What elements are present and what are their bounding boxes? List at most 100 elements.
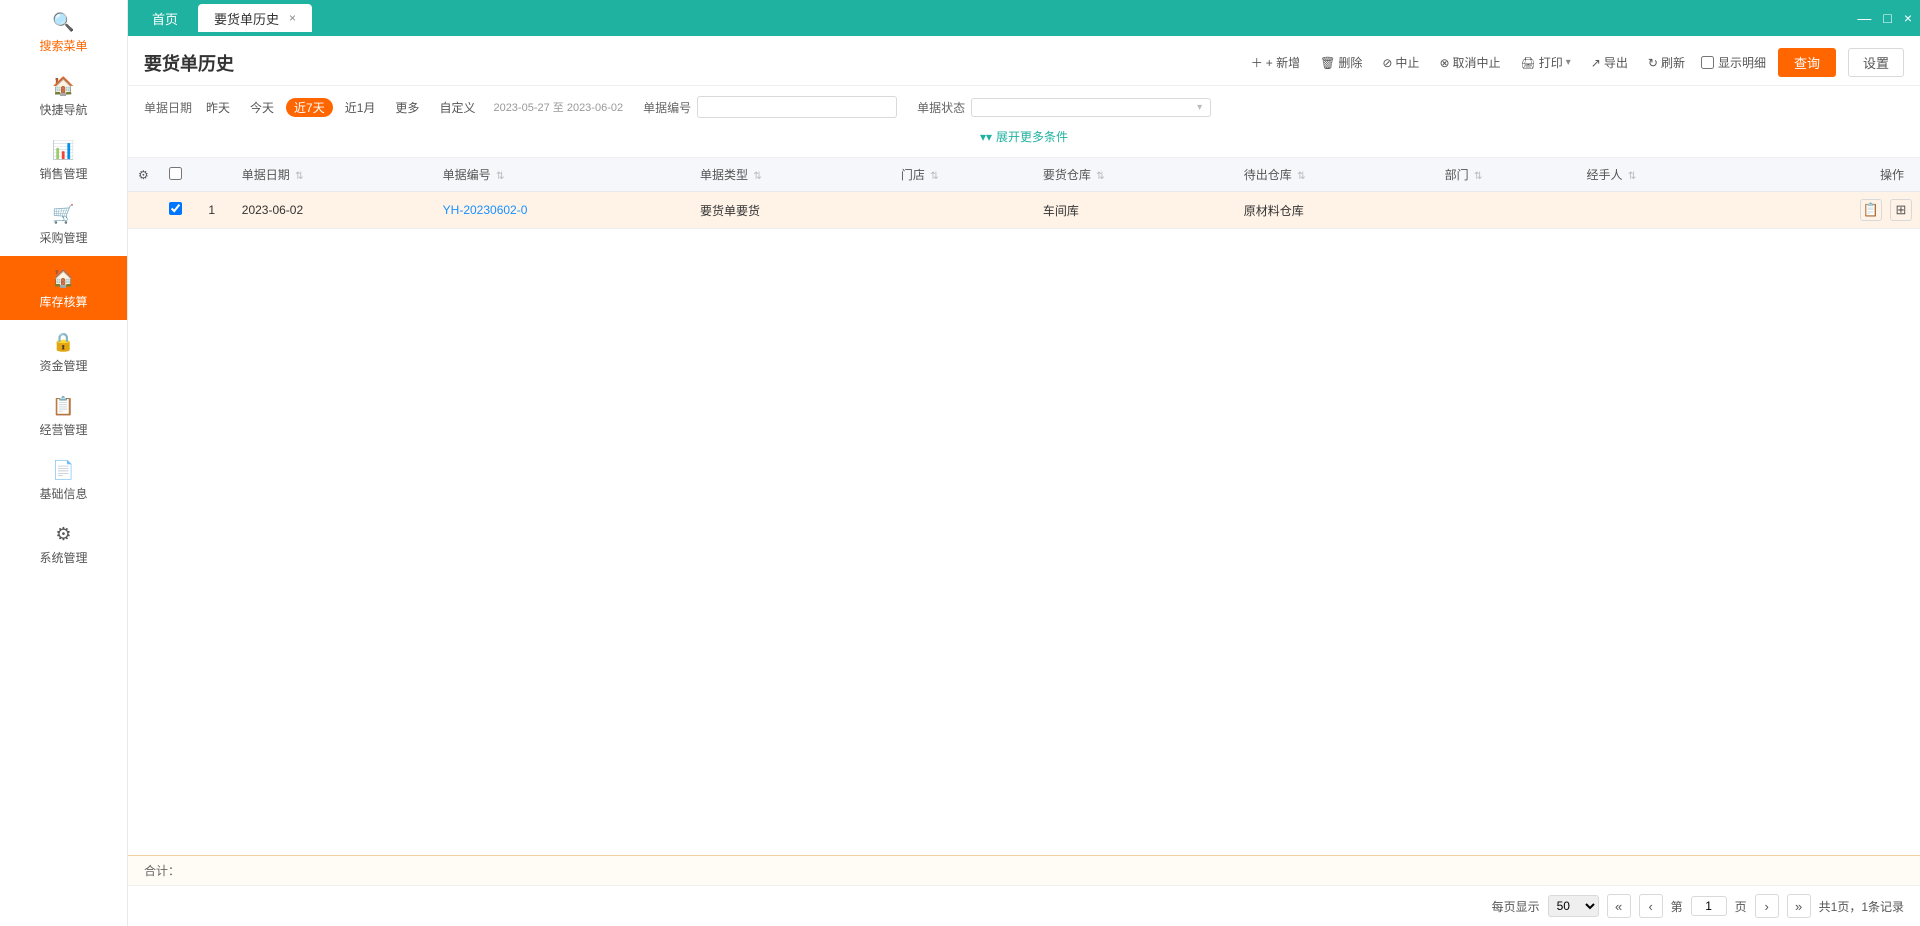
- sort-store-icon[interactable]: ⇅: [930, 171, 938, 182]
- query-button[interactable]: 查询: [1778, 48, 1836, 77]
- date-pills: 昨天 今天 近7天 近1月 更多 自定义: [198, 98, 483, 117]
- cell-dept: [1435, 192, 1577, 229]
- window-close-btn[interactable]: ×: [1904, 10, 1912, 26]
- home-icon: 🏠: [52, 76, 74, 97]
- date-pill-1month[interactable]: 近1月: [337, 98, 384, 117]
- select-all-checkbox[interactable]: [169, 167, 182, 180]
- display-detail-toggle[interactable]: 显示明细: [1701, 54, 1766, 71]
- sort-dept-icon[interactable]: ⇅: [1474, 171, 1482, 182]
- delete-button[interactable]: 🗑 删除: [1316, 52, 1366, 73]
- sort-doc-number-icon[interactable]: ⇅: [496, 171, 504, 182]
- col-checkbox-header: [159, 158, 192, 192]
- inventory-icon: 🏠: [52, 268, 74, 289]
- per-page-label: 每页显示: [1492, 898, 1540, 915]
- col-doc-date-header: 单据日期 ⇅: [232, 158, 433, 192]
- sidebar-item-search-menu[interactable]: 🔍 搜索菜单: [0, 0, 127, 64]
- date-pill-7days[interactable]: 近7天: [286, 98, 333, 117]
- refresh-button[interactable]: ↻ 刷新: [1644, 52, 1689, 73]
- cancel-stop-icon: ⊗: [1439, 56, 1449, 70]
- date-pill-custom[interactable]: 自定义: [431, 98, 483, 117]
- row-actions: 📋 ⊞: [1758, 199, 1912, 221]
- print-button[interactable]: 🖨 打印 ▾: [1517, 52, 1575, 73]
- last-page-btn[interactable]: »: [1787, 894, 1811, 918]
- minimize-btn[interactable]: —: [1857, 10, 1871, 26]
- per-page-select[interactable]: 50 100 200: [1548, 895, 1599, 917]
- cancel-stop-button[interactable]: ⊗ 取消中止: [1435, 52, 1504, 73]
- maximize-btn[interactable]: □: [1883, 10, 1891, 26]
- doc-status-select[interactable]: ▾: [971, 98, 1211, 117]
- sidebar-item-purchase[interactable]: 🛒 采购管理: [0, 192, 127, 256]
- expand-icon: ▾▾: [980, 130, 992, 144]
- data-table: ⚙ 单据日期 ⇅ 单据编号 ⇅: [128, 158, 1920, 229]
- next-page-btn[interactable]: ›: [1755, 894, 1779, 918]
- summary-label: 合计：: [144, 864, 180, 878]
- filter-bar: 单据日期 昨天 今天 近7天 近1月 更多 自定义 2023-05-27 至 2…: [128, 86, 1920, 158]
- stop-button[interactable]: ⊘ 中止: [1378, 52, 1423, 73]
- date-pill-yesterday[interactable]: 昨天: [198, 98, 238, 117]
- sidebar-item-operations[interactable]: 📋 经营管理: [0, 384, 127, 448]
- doc-number-input[interactable]: [697, 96, 897, 118]
- cell-handler: [1577, 192, 1748, 229]
- pagination-bar: 每页显示 50 100 200 « ‹ 第 页 › » 共1页，1条记录: [128, 885, 1920, 926]
- doc-number-filter: 单据编号: [643, 96, 897, 118]
- stop-icon: ⊘: [1382, 56, 1392, 70]
- sales-icon: 📊: [52, 140, 74, 161]
- date-filter: 单据日期 昨天 今天 近7天 近1月 更多 自定义 2023-05-27 至 2…: [144, 98, 623, 117]
- page-number-input[interactable]: [1691, 896, 1727, 916]
- row-edit-btn[interactable]: 📋: [1860, 199, 1882, 221]
- tab-home[interactable]: 首页: [136, 4, 194, 32]
- col-dept-header: 部门 ⇅: [1435, 158, 1577, 192]
- date-pill-today[interactable]: 今天: [242, 98, 282, 117]
- cell-doc-type: 要货单要货: [690, 192, 891, 229]
- page-word: 第: [1671, 898, 1683, 915]
- table-footer: 合计：: [128, 855, 1920, 885]
- row-checkbox[interactable]: [169, 202, 182, 215]
- settings-button[interactable]: 设置: [1848, 48, 1904, 77]
- total-label: 共1页，1条记录: [1819, 898, 1904, 915]
- add-button[interactable]: ＋ + 新增: [1247, 52, 1304, 73]
- expand-more-btn[interactable]: ▾▾ 展开更多条件: [144, 126, 1904, 147]
- sort-req-wh-icon[interactable]: ⇅: [1096, 171, 1104, 182]
- col-doc-number-header: 单据编号 ⇅: [433, 158, 690, 192]
- col-actions-header: 操作: [1748, 158, 1920, 192]
- print-icon: 🖨: [1521, 56, 1536, 70]
- table-row: 1 2023-06-02 YH-20230602-0 要货单要货 车间库 原材料…: [128, 192, 1920, 229]
- doc-number-link[interactable]: YH-20230602-0: [443, 203, 528, 217]
- sort-doc-date-icon[interactable]: ⇅: [295, 171, 303, 182]
- display-detail-checkbox[interactable]: [1701, 56, 1714, 69]
- sidebar-item-quick-nav[interactable]: 🏠 快捷导航: [0, 64, 127, 128]
- sort-doc-type-icon[interactable]: ⇅: [753, 171, 761, 182]
- sidebar-item-inventory[interactable]: 🏠 库存核算: [0, 256, 127, 320]
- sidebar-item-sales[interactable]: 📊 销售管理: [0, 128, 127, 192]
- cell-store: [891, 192, 1033, 229]
- sort-pending-wh-icon[interactable]: ⇅: [1297, 171, 1305, 182]
- cell-doc-date: 2023-06-02: [232, 192, 433, 229]
- search-menu-icon: 🔍: [52, 12, 74, 33]
- sidebar-item-basic-info[interactable]: 📄 基础信息: [0, 448, 127, 512]
- sidebar-item-finance[interactable]: 🔒 资金管理: [0, 320, 127, 384]
- col-settings[interactable]: ⚙: [128, 158, 159, 192]
- page-header: 要货单历史 ＋ + 新增 🗑 删除 ⊘ 中止 ⊗ 取消中止: [128, 36, 1920, 86]
- tab-close-btn[interactable]: ×: [289, 11, 296, 25]
- purchase-icon: 🛒: [52, 204, 74, 225]
- delete-icon: 🗑: [1320, 56, 1335, 70]
- cell-settings: [128, 192, 159, 229]
- export-button[interactable]: ↗ 导出: [1587, 52, 1632, 73]
- chevron-down-icon: ▾: [1197, 102, 1202, 113]
- cell-checkbox: [159, 192, 192, 229]
- filter-row-1: 单据日期 昨天 今天 近7天 近1月 更多 自定义 2023-05-27 至 2…: [144, 96, 1904, 118]
- date-pill-more[interactable]: 更多: [387, 98, 427, 117]
- row-detail-btn[interactable]: ⊞: [1890, 199, 1912, 221]
- sidebar-item-sys-mgmt[interactable]: ⚙ 系统管理: [0, 512, 127, 576]
- col-num-header: [192, 158, 232, 192]
- tab-active[interactable]: 要货单历史 ×: [198, 4, 312, 32]
- first-page-btn[interactable]: «: [1607, 894, 1631, 918]
- main-area: 首页 要货单历史 × — □ × 要货单历史 ＋ + 新增 🗑 删除: [128, 0, 1920, 926]
- doc-number-label: 单据编号: [643, 99, 691, 116]
- tab-bar-right: — □ ×: [1857, 10, 1912, 26]
- col-doc-type-header: 单据类型 ⇅: [690, 158, 891, 192]
- toolbar: ＋ + 新增 🗑 删除 ⊘ 中止 ⊗ 取消中止 🖨 打印: [1247, 48, 1904, 77]
- prev-page-btn[interactable]: ‹: [1639, 894, 1663, 918]
- sort-handler-icon[interactable]: ⇅: [1628, 171, 1636, 182]
- cell-req-warehouse: 车间库: [1033, 192, 1234, 229]
